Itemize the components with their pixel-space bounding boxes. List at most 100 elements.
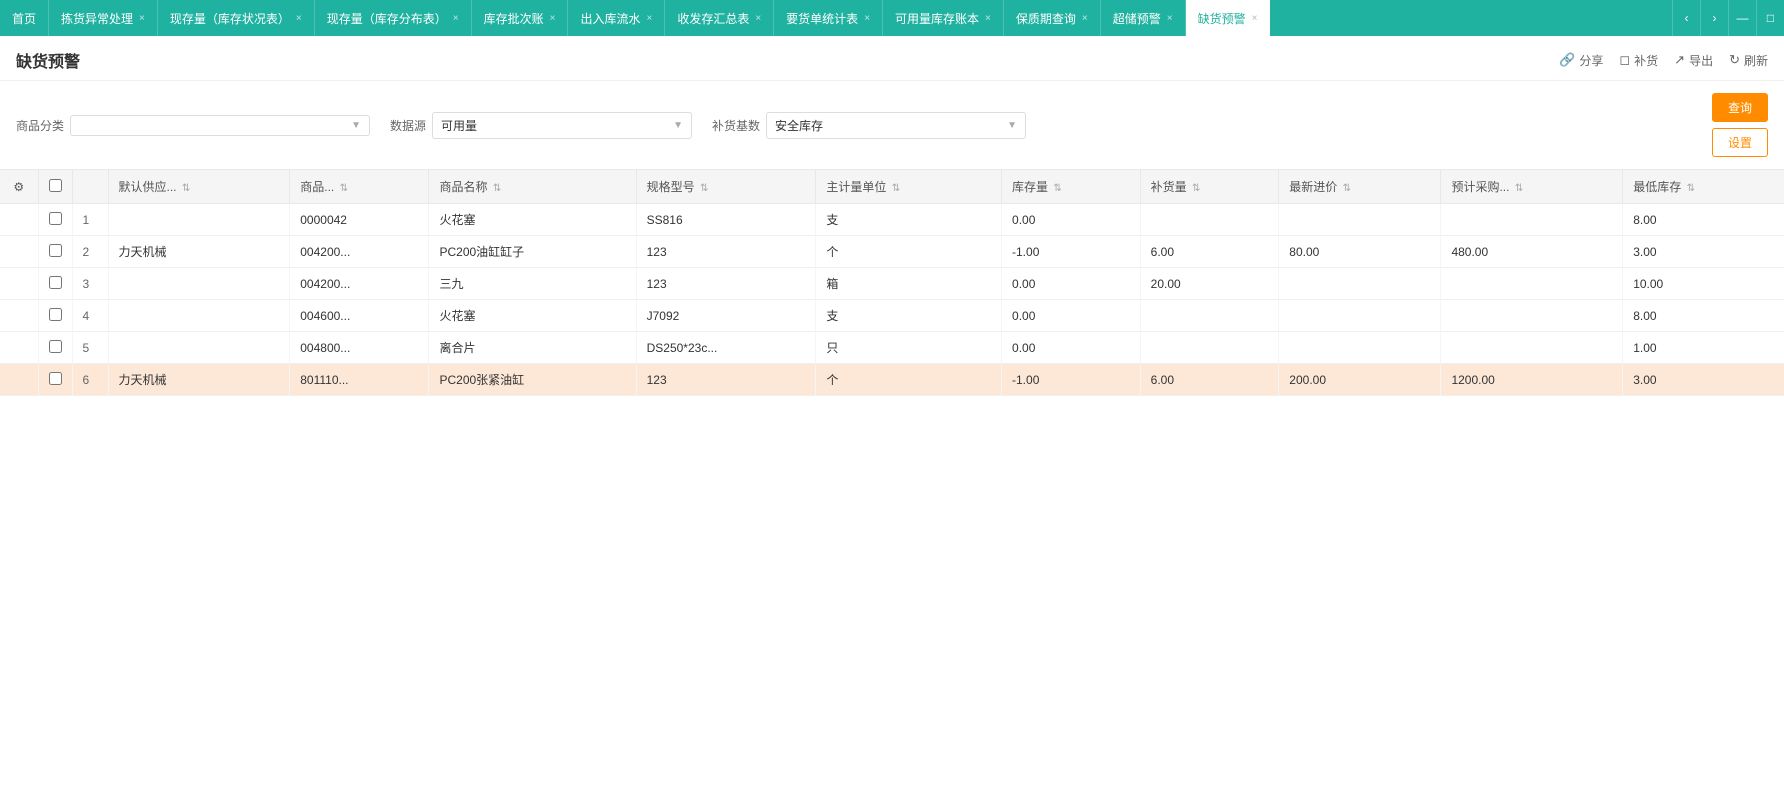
select-all-checkbox[interactable] [49, 179, 62, 192]
row-checkbox-2[interactable] [49, 276, 62, 289]
row-settings-0 [0, 204, 38, 236]
row-check-1[interactable] [38, 236, 72, 268]
export-icon: ↗ [1674, 52, 1685, 68]
row-num-5: 6 [72, 364, 108, 396]
tab-order-stats[interactable]: 要货单统计表 × [774, 0, 883, 36]
replenish-sort-icon: ⇅ [1192, 183, 1200, 194]
replenish-button[interactable]: ◻ 补货 [1619, 52, 1658, 69]
tab-home[interactable]: 首页 [0, 0, 49, 36]
row-est-purchase-5: 1200.00 [1441, 364, 1623, 396]
replenish-base-filter: 补货基数 安全库存 ▼ [712, 112, 1026, 139]
tab-inventory-status-close[interactable]: × [296, 13, 302, 24]
col-header-check[interactable] [38, 170, 72, 204]
tab-overstock-close[interactable]: × [1167, 13, 1173, 24]
row-spec-4: DS250*23c... [636, 332, 816, 364]
tab-exception[interactable]: 拣货异常处理 × [49, 0, 158, 36]
tab-expiry-query[interactable]: 保质期查询 × [1004, 0, 1101, 36]
row-spec-1: 123 [636, 236, 816, 268]
unit-sort-icon: ⇅ [892, 183, 900, 194]
row-num-4: 5 [72, 332, 108, 364]
replenish-base-select[interactable]: 安全库存 ▼ [766, 112, 1026, 139]
tab-in-out-flow-close[interactable]: × [646, 13, 652, 24]
tab-available-ledger-close[interactable]: × [985, 13, 991, 24]
row-stock-2: 0.00 [1002, 268, 1141, 300]
row-settings-5 [0, 364, 38, 396]
datasource-select[interactable]: 可用量 ▼ [432, 112, 692, 139]
row-stock-4: 0.00 [1002, 332, 1141, 364]
refresh-button[interactable]: ↻ 刷新 [1729, 52, 1768, 69]
col-header-goods-name[interactable]: 商品名称 ⇅ [429, 170, 636, 204]
row-checkbox-3[interactable] [49, 308, 62, 321]
tab-stockout-close[interactable]: × [1252, 13, 1258, 24]
category-select[interactable]: ▼ [70, 115, 370, 136]
row-replenish-2: 20.00 [1140, 268, 1279, 300]
col-header-replenish[interactable]: 补货量 ⇅ [1140, 170, 1279, 204]
row-unit-1: 个 [816, 236, 1002, 268]
table-row: 4 004600... 火花塞 J7092 支 0.00 8.00 [0, 300, 1784, 332]
row-checkbox-5[interactable] [49, 372, 62, 385]
row-stock-0: 0.00 [1002, 204, 1141, 236]
tab-receive-summary-close[interactable]: × [755, 13, 761, 24]
tab-available-ledger[interactable]: 可用量库存账本 × [883, 0, 1004, 36]
latest-price-sort-icon: ⇅ [1343, 183, 1351, 194]
row-check-3[interactable] [38, 300, 72, 332]
tab-scroll-left[interactable]: ‹ [1672, 0, 1700, 36]
col-header-spec[interactable]: 规格型号 ⇅ [636, 170, 816, 204]
col-header-min-stock[interactable]: 最低库存 ⇅ [1623, 170, 1784, 204]
col-header-latest-price[interactable]: 最新进价 ⇅ [1279, 170, 1441, 204]
tab-batch-account[interactable]: 库存批次账 × [472, 0, 569, 36]
tab-exception-close[interactable]: × [139, 13, 145, 24]
col-header-stock[interactable]: 库存量 ⇅ [1002, 170, 1141, 204]
tab-in-out-flow[interactable]: 出入库流水 × [568, 0, 665, 36]
page-title: 缺货预警 [16, 48, 80, 72]
col-header-settings[interactable]: ⚙ [0, 170, 38, 204]
tab-stockout[interactable]: 缺货预警 × [1186, 0, 1271, 36]
col-header-goods-code[interactable]: 商品... ⇅ [290, 170, 429, 204]
table-row: 2 力天机械 004200... PC200油缸缸子 123 个 -1.00 6… [0, 236, 1784, 268]
tab-inventory-dist-close[interactable]: × [453, 13, 459, 24]
row-checkbox-1[interactable] [49, 244, 62, 257]
row-min-stock-0: 8.00 [1623, 204, 1784, 236]
row-min-stock-2: 10.00 [1623, 268, 1784, 300]
tab-overstock[interactable]: 超储预警 × [1101, 0, 1186, 36]
col-header-est-purchase[interactable]: 预计采购... ⇅ [1441, 170, 1623, 204]
category-arrow-icon: ▼ [351, 120, 361, 131]
share-button[interactable]: 🔗 分享 [1559, 52, 1603, 69]
table-container: ⚙ 默认供应... ⇅ 商品... ⇅ 商品名称 [0, 169, 1784, 396]
row-supplier-2 [108, 268, 290, 300]
row-check-5[interactable] [38, 364, 72, 396]
row-spec-5: 123 [636, 364, 816, 396]
row-checkbox-4[interactable] [49, 340, 62, 353]
row-unit-0: 支 [816, 204, 1002, 236]
tab-expiry-query-close[interactable]: × [1082, 13, 1088, 24]
row-goods-code-1: 004200... [290, 236, 429, 268]
tab-maximize[interactable]: □ [1756, 0, 1784, 36]
refresh-icon: ↻ [1729, 52, 1740, 68]
header-actions: 🔗 分享 ◻ 补货 ↗ 导出 ↻ 刷新 [1559, 52, 1768, 69]
goods-name-sort-icon: ⇅ [493, 183, 501, 194]
row-check-4[interactable] [38, 332, 72, 364]
row-check-2[interactable] [38, 268, 72, 300]
settings-button[interactable]: 设置 [1712, 128, 1768, 157]
tab-batch-account-close[interactable]: × [550, 13, 556, 24]
category-label: 商品分类 [16, 117, 64, 134]
table-row: 1 0000042 火花塞 SS816 支 0.00 8.00 [0, 204, 1784, 236]
row-stock-1: -1.00 [1002, 236, 1141, 268]
tab-inventory-dist[interactable]: 现存量（库存分布表） × [315, 0, 472, 36]
tab-order-stats-close[interactable]: × [864, 13, 870, 24]
filter-actions: 查询 设置 [1712, 93, 1768, 157]
row-goods-name-5: PC200张紧油缸 [429, 364, 636, 396]
row-check-0[interactable] [38, 204, 72, 236]
tab-scroll-right[interactable]: › [1700, 0, 1728, 36]
col-header-supplier[interactable]: 默认供应... ⇅ [108, 170, 290, 204]
tab-receive-summary[interactable]: 收发存汇总表 × [665, 0, 774, 36]
export-button[interactable]: ↗ 导出 [1674, 52, 1713, 69]
row-checkbox-0[interactable] [49, 212, 62, 225]
tab-minimize[interactable]: — [1728, 0, 1756, 36]
query-button[interactable]: 查询 [1712, 93, 1768, 122]
col-header-unit[interactable]: 主计量单位 ⇅ [816, 170, 1002, 204]
tab-inventory-status[interactable]: 现存量（库存状况表） × [158, 0, 315, 36]
row-replenish-1: 6.00 [1140, 236, 1279, 268]
row-est-purchase-1: 480.00 [1441, 236, 1623, 268]
row-goods-code-4: 004800... [290, 332, 429, 364]
